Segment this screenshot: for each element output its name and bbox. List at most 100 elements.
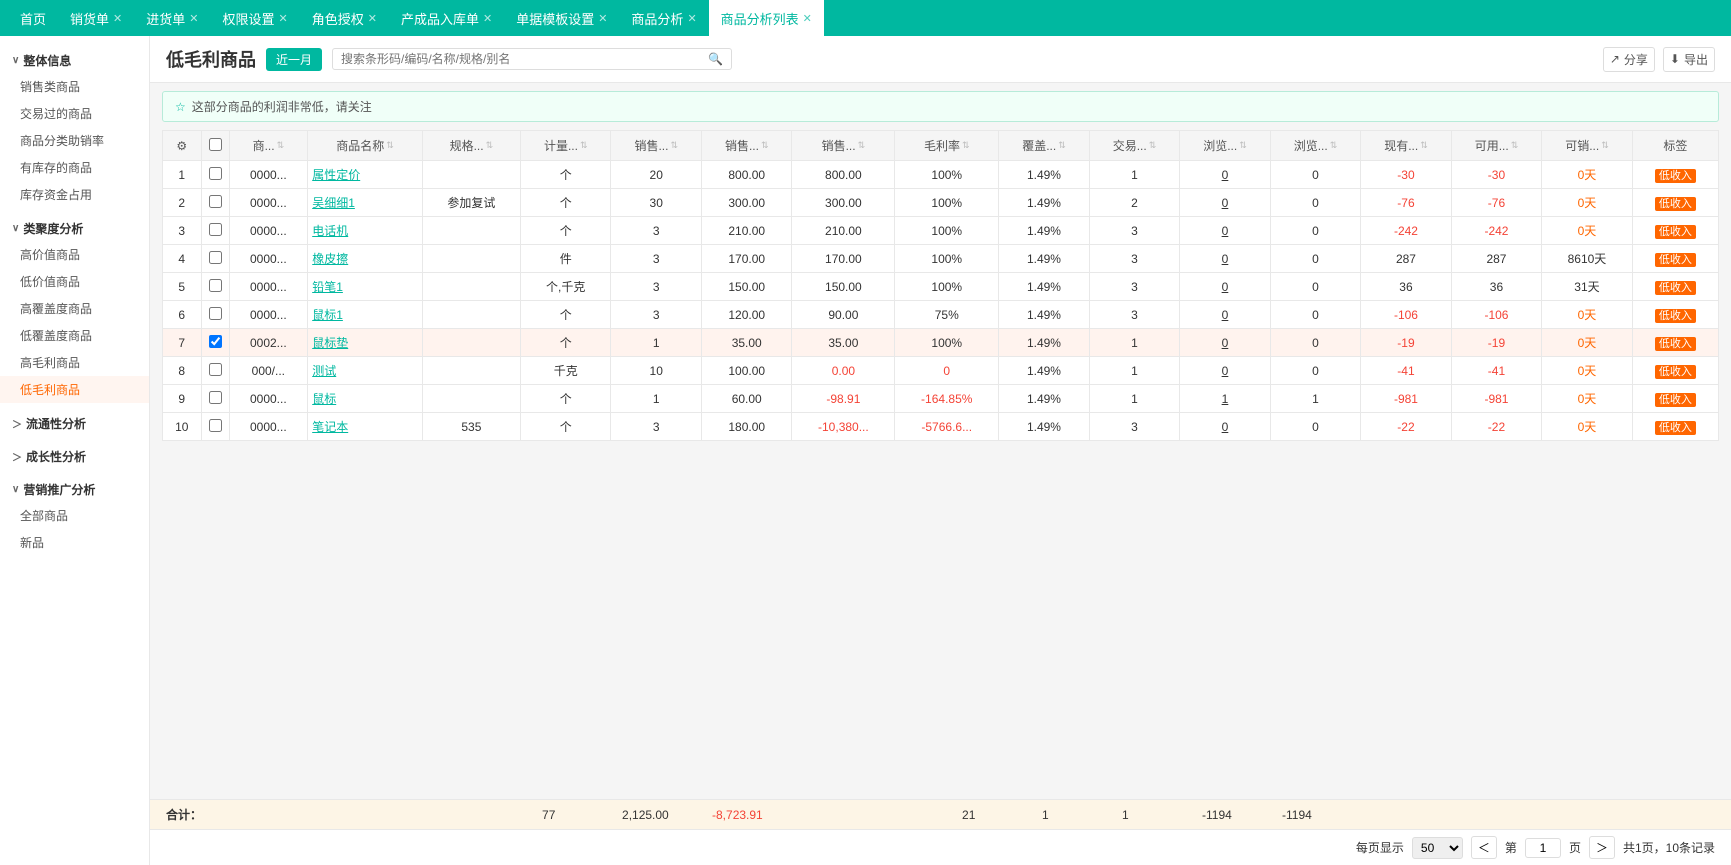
sidebar-item-traded-goods[interactable]: 交易过的商品 bbox=[0, 100, 149, 127]
sidebar-item-capital-usage[interactable]: 库存资金占用 bbox=[0, 181, 149, 208]
row-browse1[interactable]: 0 bbox=[1180, 273, 1271, 301]
row-browse1[interactable]: 0 bbox=[1180, 329, 1271, 357]
row-select-checkbox[interactable] bbox=[209, 223, 222, 236]
row-select-checkbox[interactable] bbox=[209, 195, 222, 208]
row-name[interactable]: 鼠标垫 bbox=[308, 329, 423, 357]
row-checkbox[interactable] bbox=[201, 329, 229, 357]
col-spec[interactable]: 规格...⇅ bbox=[422, 131, 520, 161]
col-settings[interactable]: ⚙ bbox=[163, 131, 202, 161]
col-name[interactable]: 商品名称⇅ bbox=[308, 131, 423, 161]
search-icon[interactable]: 🔍 bbox=[708, 52, 723, 66]
row-select-checkbox[interactable] bbox=[209, 279, 222, 292]
row-browse1[interactable]: 0 bbox=[1180, 189, 1271, 217]
row-name[interactable]: 铅笔1 bbox=[308, 273, 423, 301]
filter-recent-month-button[interactable]: 近一月 bbox=[266, 48, 322, 71]
row-name[interactable]: 橡皮擦 bbox=[308, 245, 423, 273]
row-name[interactable]: 鼠标 bbox=[308, 385, 423, 413]
close-icon[interactable]: ✕ bbox=[483, 12, 492, 25]
sidebar-item-high-value[interactable]: 高价值商品 bbox=[0, 241, 149, 268]
nav-home[interactable]: 首页 bbox=[8, 0, 58, 36]
close-icon[interactable]: ✕ bbox=[279, 12, 288, 25]
row-browse1[interactable]: 0 bbox=[1180, 217, 1271, 245]
nav-product-analysis-list[interactable]: 商品分析列表 ✕ bbox=[709, 0, 824, 36]
col-gross-margin[interactable]: 毛利率⇅ bbox=[895, 131, 999, 161]
nav-sales-order[interactable]: 销货单 ✕ bbox=[58, 0, 134, 36]
row-select-checkbox[interactable] bbox=[209, 391, 222, 404]
page-number-input[interactable] bbox=[1525, 838, 1561, 858]
nav-permission-settings[interactable]: 权限设置 ✕ bbox=[210, 0, 299, 36]
row-browse1[interactable]: 0 bbox=[1180, 245, 1271, 273]
sidebar-item-low-value[interactable]: 低价值商品 bbox=[0, 268, 149, 295]
nav-product-analysis[interactable]: 商品分析 ✕ bbox=[619, 0, 708, 36]
close-icon[interactable]: ✕ bbox=[113, 12, 122, 25]
row-name[interactable]: 电话机 bbox=[308, 217, 423, 245]
row-browse1[interactable]: 1 bbox=[1180, 385, 1271, 413]
sidebar-item-low-margin[interactable]: 低毛利商品 bbox=[0, 376, 149, 403]
col-sales-price[interactable]: 销售...⇅ bbox=[701, 131, 792, 161]
nav-product-warehousing[interactable]: 产成品入库单 ✕ bbox=[389, 0, 504, 36]
search-input[interactable] bbox=[341, 52, 708, 66]
page-size-select[interactable]: 50 100 bbox=[1412, 837, 1463, 859]
col-available[interactable]: 可用...⇅ bbox=[1451, 131, 1542, 161]
select-all-checkbox[interactable] bbox=[209, 138, 222, 151]
sidebar-section-flow-title[interactable]: ＞ 流通性分析 bbox=[0, 411, 149, 436]
col-browse2[interactable]: 浏览...⇅ bbox=[1270, 131, 1361, 161]
col-browse1[interactable]: 浏览...⇅ bbox=[1180, 131, 1271, 161]
row-checkbox[interactable] bbox=[201, 301, 229, 329]
row-checkbox[interactable] bbox=[201, 273, 229, 301]
nav-template-settings[interactable]: 单据模板设置 ✕ bbox=[504, 0, 619, 36]
row-select-checkbox[interactable] bbox=[209, 335, 222, 348]
row-checkbox[interactable] bbox=[201, 189, 229, 217]
sidebar-item-sales-goods[interactable]: 销售类商品 bbox=[0, 73, 149, 100]
nav-role-auth[interactable]: 角色授权 ✕ bbox=[300, 0, 389, 36]
col-sales-count[interactable]: 销售...⇅ bbox=[611, 131, 702, 161]
sidebar-item-category-rate[interactable]: 商品分类助销率 bbox=[0, 127, 149, 154]
sidebar-item-low-coverage[interactable]: 低覆盖度商品 bbox=[0, 322, 149, 349]
col-unit[interactable]: 计量...⇅ bbox=[520, 131, 611, 161]
sidebar-section-marketing-title[interactable]: ∨ 营销推广分析 bbox=[0, 477, 149, 502]
row-select-checkbox[interactable] bbox=[209, 419, 222, 432]
row-name[interactable]: 属性定价 bbox=[308, 161, 423, 189]
close-icon[interactable]: ✕ bbox=[687, 12, 696, 25]
prev-page-button[interactable]: ＜ bbox=[1471, 836, 1497, 859]
row-browse1[interactable]: 0 bbox=[1180, 301, 1271, 329]
col-current[interactable]: 现有...⇅ bbox=[1361, 131, 1452, 161]
col-sellable[interactable]: 可销...⇅ bbox=[1542, 131, 1633, 161]
sidebar-section-growth-title[interactable]: ＞ 成长性分析 bbox=[0, 444, 149, 469]
row-browse1[interactable]: 0 bbox=[1180, 413, 1271, 441]
row-checkbox[interactable] bbox=[201, 357, 229, 385]
export-button[interactable]: ⬇ 导出 bbox=[1663, 47, 1715, 72]
sidebar-item-high-margin[interactable]: 高毛利商品 bbox=[0, 349, 149, 376]
col-tag[interactable]: 标签 bbox=[1632, 131, 1718, 161]
row-name[interactable]: 测试 bbox=[308, 357, 423, 385]
sidebar-item-all-goods[interactable]: 全部商品 bbox=[0, 502, 149, 529]
row-checkbox[interactable] bbox=[201, 413, 229, 441]
row-name[interactable]: 鼠标1 bbox=[308, 301, 423, 329]
col-select-all[interactable] bbox=[201, 131, 229, 161]
row-name[interactable]: 笔记本 bbox=[308, 413, 423, 441]
row-checkbox[interactable] bbox=[201, 217, 229, 245]
row-select-checkbox[interactable] bbox=[209, 167, 222, 180]
row-name[interactable]: 吴细细1 bbox=[308, 189, 423, 217]
row-browse1[interactable]: 0 bbox=[1180, 161, 1271, 189]
col-coverage[interactable]: 覆盖...⇅ bbox=[999, 131, 1090, 161]
share-button[interactable]: ↗ 分享 bbox=[1603, 47, 1655, 72]
col-sales-profit[interactable]: 销售...⇅ bbox=[792, 131, 895, 161]
col-transaction[interactable]: 交易...⇅ bbox=[1089, 131, 1180, 161]
row-checkbox[interactable] bbox=[201, 245, 229, 273]
row-select-checkbox[interactable] bbox=[209, 363, 222, 376]
close-icon[interactable]: ✕ bbox=[189, 12, 198, 25]
sidebar-item-high-coverage[interactable]: 高覆盖度商品 bbox=[0, 295, 149, 322]
nav-purchase-order[interactable]: 进货单 ✕ bbox=[134, 0, 210, 36]
row-checkbox[interactable] bbox=[201, 385, 229, 413]
row-select-checkbox[interactable] bbox=[209, 307, 222, 320]
close-icon[interactable]: ✕ bbox=[598, 12, 607, 25]
sidebar-item-in-stock[interactable]: 有库存的商品 bbox=[0, 154, 149, 181]
sidebar-section-overall-title[interactable]: ∨ 整体信息 bbox=[0, 48, 149, 73]
row-browse1[interactable]: 0 bbox=[1180, 357, 1271, 385]
sidebar-section-cluster-title[interactable]: ∨ 类聚度分析 bbox=[0, 216, 149, 241]
close-icon[interactable]: ✕ bbox=[803, 12, 812, 25]
sidebar-item-new-goods[interactable]: 新品 bbox=[0, 529, 149, 556]
row-checkbox[interactable] bbox=[201, 161, 229, 189]
col-code[interactable]: 商...⇅ bbox=[229, 131, 308, 161]
